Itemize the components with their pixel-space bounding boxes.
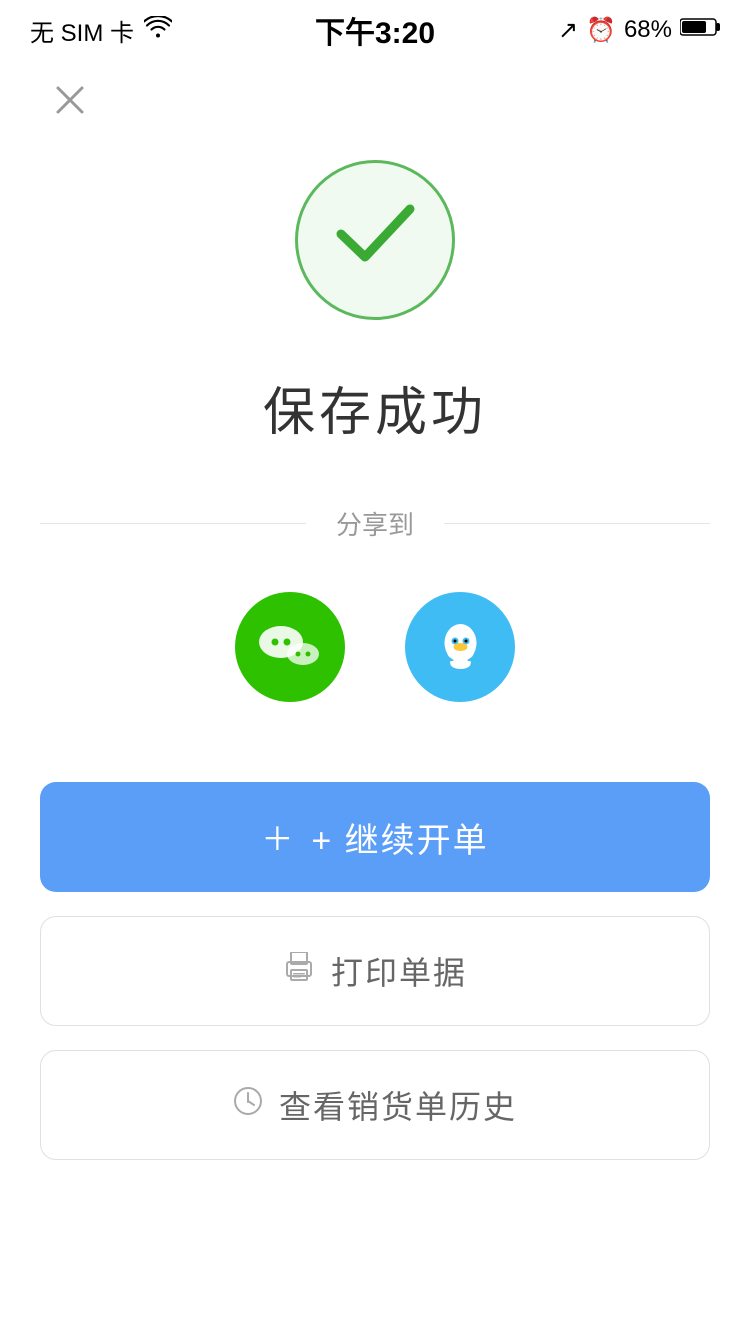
continue-button[interactable]: ＋ + 继续开单: [40, 782, 710, 892]
share-divider: 分享到: [40, 505, 710, 542]
continue-label: + 继续开单: [311, 813, 488, 862]
actions: ＋ + 继续开单 打印单据: [0, 782, 750, 1160]
battery-icon: [680, 16, 720, 44]
share-label: 分享到: [306, 505, 444, 542]
printer-icon: [283, 952, 315, 990]
print-label: 打印单据: [331, 948, 467, 994]
status-right: ↗ ⏰ 68%: [558, 16, 720, 45]
checkmark-icon: [333, 199, 418, 282]
share-icons: [40, 592, 710, 702]
status-bar: 无 SIM 卡 下午3:20 ↗ ⏰ 68%: [0, 0, 750, 60]
alarm-icon: ⏰: [586, 16, 616, 45]
history-label: 查看销货单历史: [279, 1082, 517, 1128]
success-title: 保存成功: [263, 370, 487, 445]
close-button[interactable]: [40, 70, 100, 130]
plus-icon: ＋: [261, 814, 295, 860]
share-section: 分享到: [0, 505, 750, 702]
print-button[interactable]: 打印单据: [40, 916, 710, 1026]
status-time: 下午3:20: [315, 8, 435, 52]
battery-text: 68%: [624, 16, 672, 44]
wifi-icon: [144, 16, 172, 45]
clock-icon: [233, 1086, 263, 1124]
status-left: 无 SIM 卡: [30, 13, 172, 48]
history-button[interactable]: 查看销货单历史: [40, 1050, 710, 1160]
success-circle: [295, 160, 455, 320]
location-icon: ↗: [558, 16, 578, 45]
wechat-share-button[interactable]: [235, 592, 345, 702]
qq-share-button[interactable]: [405, 592, 515, 702]
main-content: 保存成功 分享到: [0, 60, 750, 1160]
no-sim-text: 无 SIM 卡: [30, 13, 134, 48]
